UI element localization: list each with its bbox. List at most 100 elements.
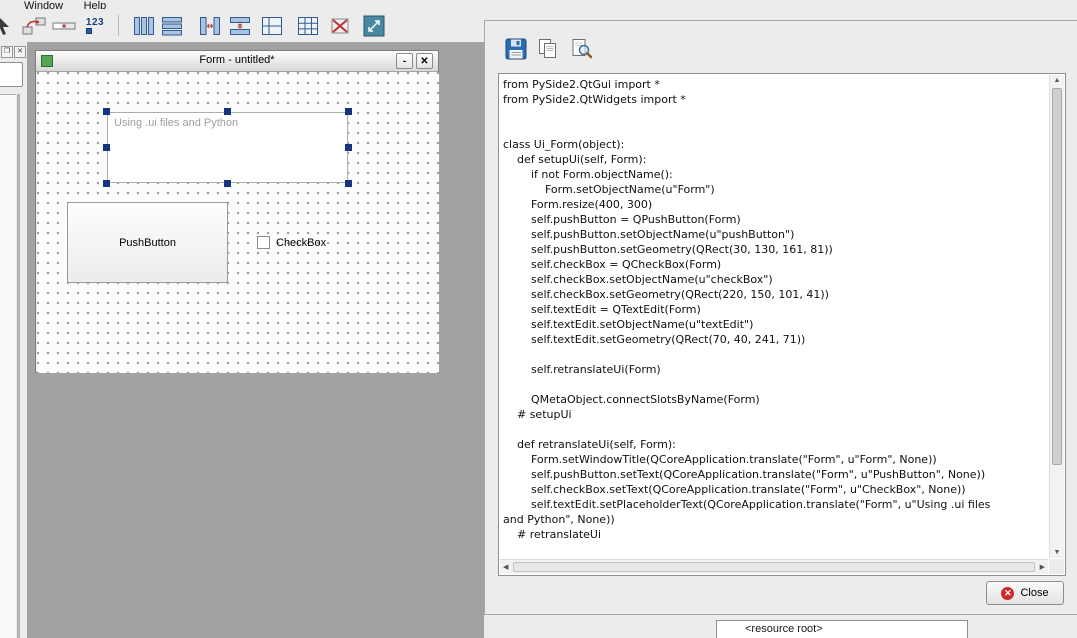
form-window-titlebar[interactable]: Form - untitled* - ✕ [36, 51, 438, 72]
break-layout-icon[interactable] [326, 12, 353, 39]
widget-box-scrollbar[interactable] [17, 94, 20, 638]
layout-splitter-horizontal-icon[interactable] [196, 12, 223, 39]
checkbox-indicator[interactable] [257, 236, 270, 249]
edit-widgets-icon[interactable] [0, 12, 15, 39]
code-line: self.checkBox.setObjectName(u"checkBox") [503, 272, 1047, 287]
code-line: class Ui_Form(object): [503, 137, 1047, 152]
code-text-area[interactable]: from PySide2.QtGui import *from PySide2.… [498, 73, 1066, 576]
scroll-left-icon[interactable]: ◀ [503, 563, 508, 571]
checkbox-widget[interactable]: CheckBox [257, 222, 358, 263]
selection-handle[interactable] [224, 180, 231, 187]
save-icon [504, 37, 528, 61]
toolbar-separator [118, 15, 119, 36]
code-line: # retranslateUi [503, 527, 1047, 542]
dock-float-button[interactable]: ❐ [1, 46, 13, 58]
vertical-scroll-thumb[interactable] [1052, 88, 1062, 465]
tab-order-glyph: 123 [86, 18, 104, 34]
tab-order-square [86, 28, 92, 34]
widget-box-list[interactable] [0, 94, 16, 638]
code-line: Form.setWindowTitle(QCoreApplication.tra… [503, 452, 1047, 467]
save-code-button[interactable] [502, 35, 530, 63]
code-lines: from PySide2.QtGui import *from PySide2.… [503, 77, 1047, 558]
code-line: from PySide2.QtWidgets import * [503, 92, 1047, 107]
dock-close-button[interactable]: ✕ [14, 46, 26, 58]
code-line: self.retranslateUi(Form) [503, 362, 1047, 377]
resource-browser-panel: <resource root> [716, 620, 968, 638]
textedit-widget[interactable]: Using .ui files and Python [107, 112, 348, 183]
close-icon: ✕ [1001, 587, 1014, 600]
code-line [503, 377, 1047, 392]
scroll-up-icon[interactable]: ▲ [1050, 77, 1064, 84]
code-line: Form.setObjectName(u"Form") [503, 182, 1047, 197]
code-line: QMetaObject.connectSlotsByName(Form) [503, 392, 1047, 407]
pushbutton-widget[interactable]: PushButton [67, 202, 228, 283]
copy-code-button[interactable] [534, 35, 562, 63]
code-preview-dialog: from PySide2.QtGui import *from PySide2.… [484, 20, 1077, 615]
menu-window[interactable]: Window [24, 0, 63, 9]
selection-handle[interactable] [103, 144, 110, 151]
edit-signals-slots-icon[interactable] [20, 12, 47, 39]
scroll-down-icon[interactable]: ▼ [1050, 549, 1064, 556]
checkbox-label: CheckBox [276, 237, 326, 249]
code-line [503, 107, 1047, 122]
code-line: and Python", None)) [503, 512, 1047, 527]
code-line: self.pushButton = QPushButton(Form) [503, 212, 1047, 227]
layout-splitter-vertical-icon[interactable] [226, 12, 253, 39]
close-button[interactable]: ✕ Close [986, 581, 1064, 605]
close-window-button[interactable]: ✕ [416, 53, 433, 69]
code-line: self.pushButton.setText(QCoreApplication… [503, 467, 1047, 482]
layout-horizontal-icon[interactable] [130, 12, 157, 39]
code-line: self.textEdit.setPlaceholderText(QCoreAp… [503, 497, 1047, 512]
search-icon [570, 37, 594, 61]
layout-grid-icon[interactable] [294, 12, 321, 39]
adjust-size-icon[interactable] [360, 12, 387, 39]
code-line: self.textEdit.setGeometry(QRect(70, 40, … [503, 332, 1047, 347]
form-window-title: Form - untitled* [36, 54, 438, 66]
main-toolbar: 123 [0, 9, 484, 42]
edit-tab-order-icon[interactable]: 123 [80, 12, 110, 39]
qt-designer-screen: Window Help 123 [0, 0, 1077, 638]
selection-handle[interactable] [103, 180, 110, 187]
code-line: def retranslateUi(self, Form): [503, 437, 1047, 452]
code-line: self.checkBox.setGeometry(QRect(220, 150… [503, 287, 1047, 302]
minimize-button[interactable]: - [396, 53, 413, 69]
selection-handle[interactable] [224, 108, 231, 115]
textedit-placeholder: Using .ui files and Python [108, 113, 347, 133]
resource-root-item[interactable]: <resource root> [717, 621, 967, 637]
find-code-button[interactable] [568, 35, 596, 63]
scrollbar-corner [1049, 559, 1064, 574]
horizontal-scroll-thumb[interactable] [513, 562, 1035, 572]
selection-handle[interactable] [345, 180, 352, 187]
code-line: self.pushButton.setGeometry(QRect(30, 13… [503, 242, 1047, 257]
layout-vertical-icon[interactable] [158, 12, 185, 39]
code-line [503, 422, 1047, 437]
selection-handle[interactable] [103, 108, 110, 115]
copy-icon [536, 37, 560, 61]
form-window: Form - untitled* - ✕ Using .ui files and… [35, 50, 439, 373]
code-line: self.textEdit = QTextEdit(Form) [503, 302, 1047, 317]
form-canvas[interactable]: Using .ui files and Python PushButton Ch… [37, 72, 439, 373]
code-line: self.pushButton.setObjectName(u"pushButt… [503, 227, 1047, 242]
code-line: # setupUi [503, 407, 1047, 422]
code-line: self.checkBox.setText(QCoreApplication.t… [503, 482, 1047, 497]
code-line [503, 347, 1047, 362]
code-line: if not Form.objectName(): [503, 167, 1047, 182]
code-line [503, 122, 1047, 137]
code-vertical-scrollbar[interactable]: ▲ ▼ [1049, 75, 1064, 558]
code-line: from PySide2.QtGui import * [503, 77, 1047, 92]
widget-filter-input[interactable] [0, 62, 23, 87]
close-button-label: Close [1020, 587, 1048, 599]
code-line: Form.resize(400, 300) [503, 197, 1047, 212]
menu-help[interactable]: Help [84, 0, 107, 9]
code-line: self.textEdit.setObjectName(u"textEdit") [503, 317, 1047, 332]
code-horizontal-scrollbar[interactable]: ◀ ▶ [500, 559, 1048, 574]
scroll-right-icon[interactable]: ▶ [1040, 563, 1045, 571]
tab-order-label: 123 [86, 18, 104, 27]
code-line: def setupUi(self, Form): [503, 152, 1047, 167]
layout-form-icon[interactable] [258, 12, 285, 39]
selection-handle[interactable] [345, 144, 352, 151]
code-line: self.checkBox = QCheckBox(Form) [503, 257, 1047, 272]
widget-box-dock: ❐ ✕ [0, 42, 27, 638]
edit-buddies-icon[interactable] [50, 12, 77, 39]
selection-handle[interactable] [345, 108, 352, 115]
